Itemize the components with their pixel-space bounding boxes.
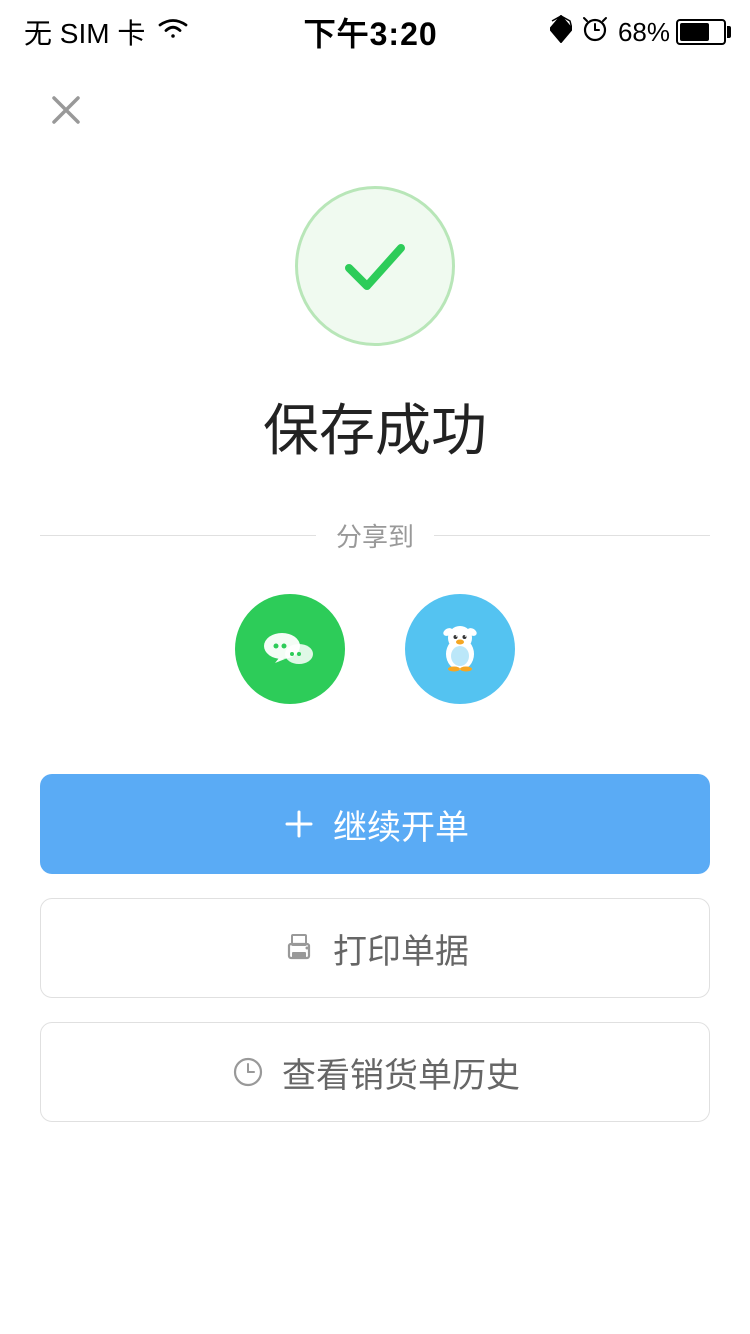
- divider-line-right: [434, 535, 710, 536]
- clock-icon: [230, 1054, 266, 1090]
- qq-share-button[interactable]: [405, 594, 515, 704]
- location-icon: [550, 15, 572, 50]
- status-time: 下午3:20: [304, 9, 438, 55]
- print-button[interactable]: 打印单据: [40, 898, 710, 998]
- carrier-label: 无 SIM 卡: [24, 12, 145, 52]
- divider-line-left: [40, 535, 316, 536]
- print-button-label: 打印单据: [333, 924, 469, 973]
- success-icon-container: [295, 186, 455, 346]
- wechat-share-button[interactable]: [235, 594, 345, 704]
- checkmark-icon: [335, 226, 415, 306]
- wechat-icon: [257, 616, 323, 682]
- status-left: 无 SIM 卡: [24, 12, 191, 52]
- battery-indicator: 68%: [618, 17, 726, 48]
- action-buttons: 继续开单 打印单据 查看销货单: [40, 774, 710, 1122]
- battery-fill: [680, 23, 709, 41]
- alarm-icon: [582, 15, 608, 50]
- wifi-icon: [155, 16, 191, 49]
- share-icons-row: [235, 594, 515, 704]
- status-bar: 无 SIM 卡 下午3:20: [0, 0, 750, 64]
- close-icon: [48, 92, 84, 128]
- battery-icon: [676, 19, 726, 45]
- main-content: 保存成功 分享到: [0, 136, 750, 1334]
- continue-button-label: 继续开单: [333, 800, 469, 849]
- print-icon: [281, 930, 317, 966]
- status-right: 68%: [550, 15, 726, 50]
- share-divider: 分享到: [40, 517, 710, 554]
- history-button-label: 查看销货单历史: [282, 1048, 520, 1097]
- success-title: 保存成功: [263, 386, 487, 467]
- qq-icon: [427, 616, 493, 682]
- history-button[interactable]: 查看销货单历史: [40, 1022, 710, 1122]
- battery-percentage: 68%: [618, 17, 670, 48]
- close-button[interactable]: [40, 84, 92, 136]
- plus-icon: [281, 806, 317, 842]
- close-area: [0, 64, 750, 136]
- share-label: 分享到: [336, 517, 414, 554]
- continue-button[interactable]: 继续开单: [40, 774, 710, 874]
